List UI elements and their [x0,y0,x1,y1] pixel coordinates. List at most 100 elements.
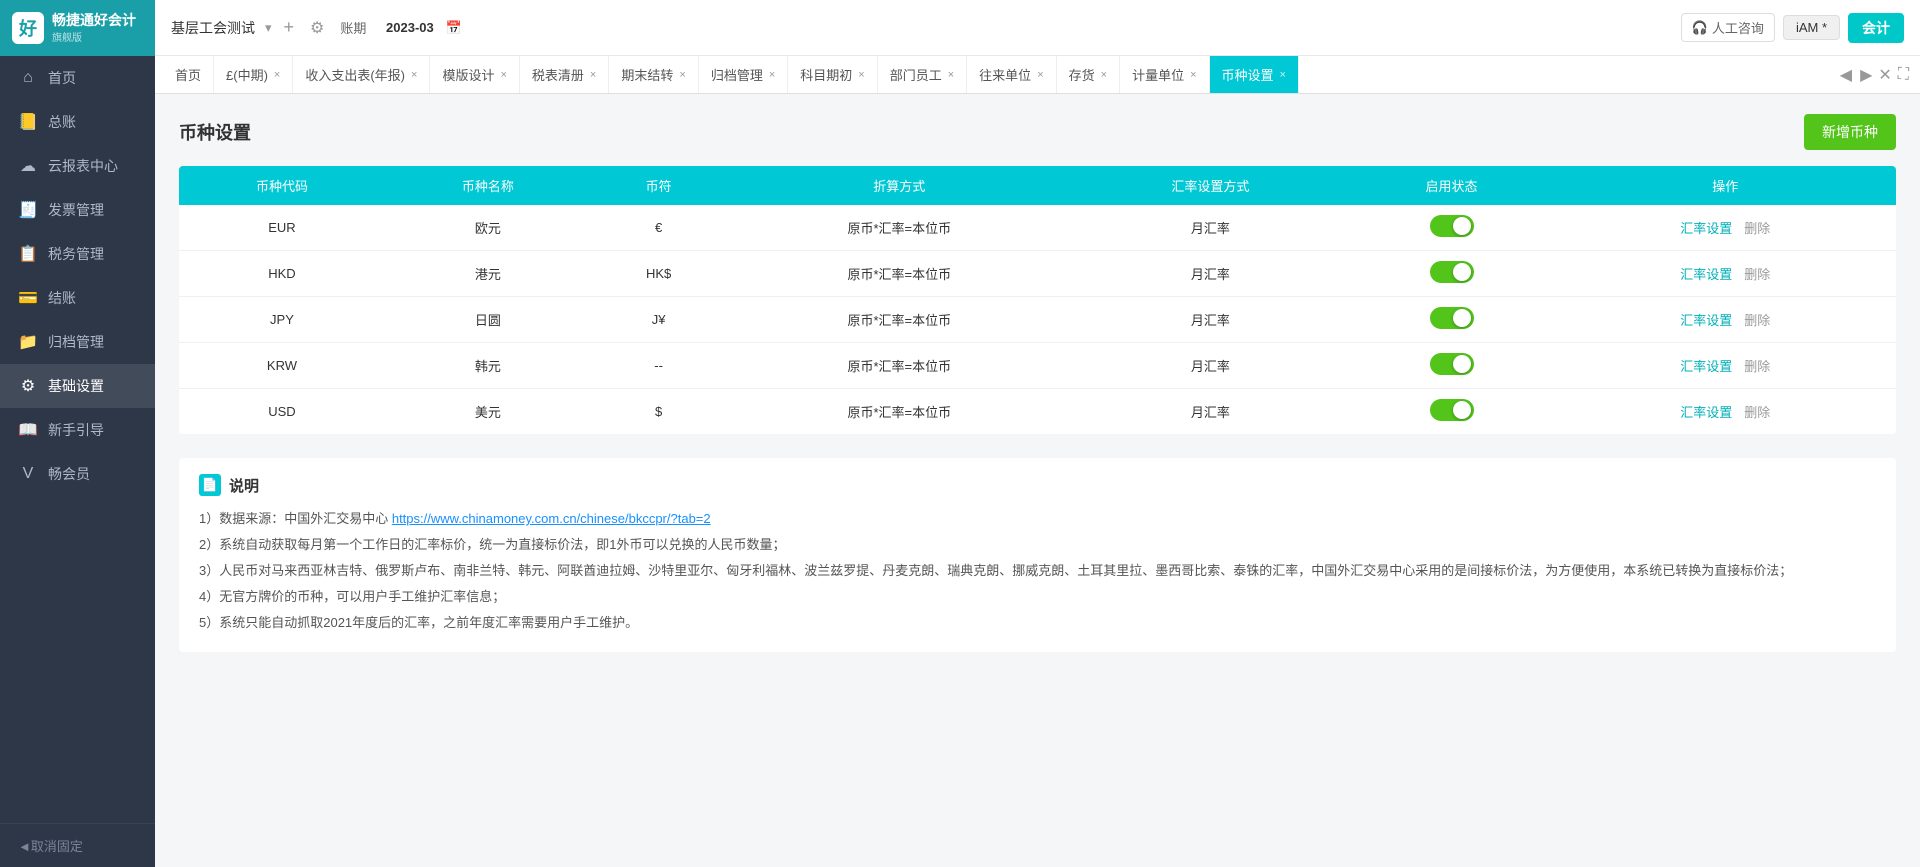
notes-icon: 📄 [199,474,221,496]
row-2-toggle-cell [1349,297,1555,343]
nav-label-invoice: 发票管理 [48,200,104,220]
tab-taxclear[interactable]: 税表清册× [520,56,609,94]
th-折算方式: 折算方式 [726,166,1072,205]
new-currency-button[interactable]: 新增币种 [1804,114,1896,150]
sidebar-item-home[interactable]: ⌂ 首页 [0,56,155,100]
tab-close-period[interactable]: × [274,69,280,81]
company-dropdown-icon[interactable]: ▾ [265,20,272,36]
nav-icon-home: ⌂ [18,69,38,87]
row-4-delete-link[interactable]: 删除 [1744,405,1770,420]
calendar-icon[interactable]: 📅 [446,20,462,36]
tab-currency[interactable]: 币种设置× [1210,56,1299,94]
table-row: JPY日圆J¥原币*汇率=本位币月汇率汇率设置删除 [179,297,1896,343]
period-value: 2023-03 [386,20,434,35]
tab-inventory[interactable]: 存货 × [1057,56,1120,94]
tab-period[interactable]: £(中期) × [214,56,293,94]
tab-label-period: £(中期) [226,65,268,84]
row-3-symbol: -- [591,343,727,389]
row-3-calc-method: 原币*汇率=本位币 [726,343,1072,389]
row-0-code: EUR [179,205,385,251]
account-button[interactable]: iAM * [1783,15,1840,40]
tab-partners[interactable]: 往来单位× [967,56,1056,94]
row-1-delete-link[interactable]: 删除 [1744,267,1770,282]
tab-unit[interactable]: 计量单位× [1120,56,1209,94]
row-3-toggle[interactable] [1430,353,1474,375]
row-2-actions: 汇率设置删除 [1555,297,1896,343]
sidebar-item-member[interactable]: V 畅会员 [0,452,155,496]
row-2-rate-link[interactable]: 汇率设置 [1680,313,1732,328]
sidebar-item-ledger[interactable]: 📒总账 [0,100,155,144]
row-1-toggle[interactable] [1430,261,1474,283]
sidebar-item-invoice[interactable]: 🧾发票管理 [0,188,155,232]
tab-next-icon[interactable]: ▶ [1857,65,1875,85]
sidebar-item-tax[interactable]: 📋 税务管理 [0,232,155,276]
tab-label-inventory: 存货 [1069,65,1095,84]
sidebar-item-basic[interactable]: ⚙基础设置 [0,364,155,408]
sidebar-item-guide[interactable]: 📖新手引导 [0,408,155,452]
row-1-symbol: HK$ [591,251,727,297]
tab-close-template[interactable]: × [500,69,506,81]
row-4-calc-method: 原币*汇率=本位币 [726,389,1072,435]
tab-close-taxclear[interactable]: × [590,69,596,81]
tab-periodend[interactable]: 期末结转× [609,56,698,94]
tab-close-unit[interactable]: × [1190,69,1196,81]
tab-close-inventory[interactable]: × [1101,69,1107,81]
logo-sub: 旗舰版 [52,29,136,44]
tab-archive[interactable]: 归档管理× [699,56,788,94]
nav-label-home: 首页 [48,68,76,88]
notes-link[interactable]: https://www.chinamoney.com.cn/chinese/bk… [392,511,711,526]
tab-close-subjects[interactable]: × [858,69,864,81]
add-tab-button[interactable]: + [284,17,295,38]
row-2-delete-link[interactable]: 删除 [1744,313,1770,328]
notes-title-text: 说明 [229,475,259,496]
tab-dept[interactable]: 部门员工 × [878,56,967,94]
tab-close-partners[interactable]: × [1037,69,1043,81]
row-3-delete-link[interactable]: 删除 [1744,359,1770,374]
nav-label-tax: 税务管理 [48,244,104,264]
nav-icon-member: V [18,465,38,483]
sidebar-item-checkout[interactable]: 💳结账 [0,276,155,320]
tab-income[interactable]: 收入支出表(年报)× [293,56,430,94]
row-4-rate-link[interactable]: 汇率设置 [1680,405,1732,420]
row-1-rate-link[interactable]: 汇率设置 [1680,267,1732,282]
tab-template[interactable]: 模版设计× [430,56,519,94]
sidebar-item-archive[interactable]: 📁归档管理 [0,320,155,364]
tab-close-archive[interactable]: × [769,69,775,81]
close-window-icon[interactable]: ✕ [1875,65,1894,85]
nav-label-checkout: 结账 [48,288,76,308]
tab-home[interactable]: 首页 [163,56,214,94]
period-label: 账期 [340,18,366,37]
tab-subjects[interactable]: 科目期初× [788,56,877,94]
notes-list: 1）数据来源：中国外汇交易中心 https://www.chinamoney.c… [199,506,1876,636]
tab-close-periodend[interactable]: × [679,69,685,81]
row-1-toggle-cell [1349,251,1555,297]
row-0-actions: 汇率设置删除 [1555,205,1896,251]
user-role-button[interactable]: 会计 [1848,13,1904,43]
row-1-code: HKD [179,251,385,297]
row-2-toggle[interactable] [1430,307,1474,329]
nav-label-member: 畅会员 [48,464,90,484]
row-0-toggle[interactable] [1430,215,1474,237]
table-row: HKD港元HK$原币*汇率=本位币月汇率汇率设置删除 [179,251,1896,297]
row-2-rate-method: 月汇率 [1072,297,1348,343]
tab-close-dept[interactable]: × [948,69,954,81]
table-header: 币种代码币种名称币符折算方式汇率设置方式启用状态操作 [179,166,1896,205]
row-1-actions: 汇率设置删除 [1555,251,1896,297]
service-button[interactable]: 🎧 人工咨询 [1681,13,1775,42]
nav-icon-tax: 📋 [18,244,38,264]
tab-close-income[interactable]: × [411,69,417,81]
row-0-rate-link[interactable]: 汇率设置 [1680,221,1732,236]
tab-close-currency[interactable]: × [1280,69,1286,81]
note-item-1: 2）系统自动获取每月第一个工作日的汇率标价，统一为直接标价法，即1外币可以兑换的… [199,532,1876,558]
row-4-toggle[interactable] [1430,399,1474,421]
expand-icon[interactable]: ⛶ [1895,66,1912,84]
settings-icon[interactable]: ⚙ [310,18,324,38]
row-3-rate-link[interactable]: 汇率设置 [1680,359,1732,374]
row-0-delete-link[interactable]: 删除 [1744,221,1770,236]
sidebar-item-reports[interactable]: ☁云报表中心 [0,144,155,188]
row-4-code: USD [179,389,385,435]
tab-prev-icon[interactable]: ◀ [1837,65,1855,85]
tab-label-dept: 部门员工 [890,65,942,84]
pin-button[interactable]: ◄取消固定 [0,823,155,867]
row-0-name: 欧元 [385,205,591,251]
